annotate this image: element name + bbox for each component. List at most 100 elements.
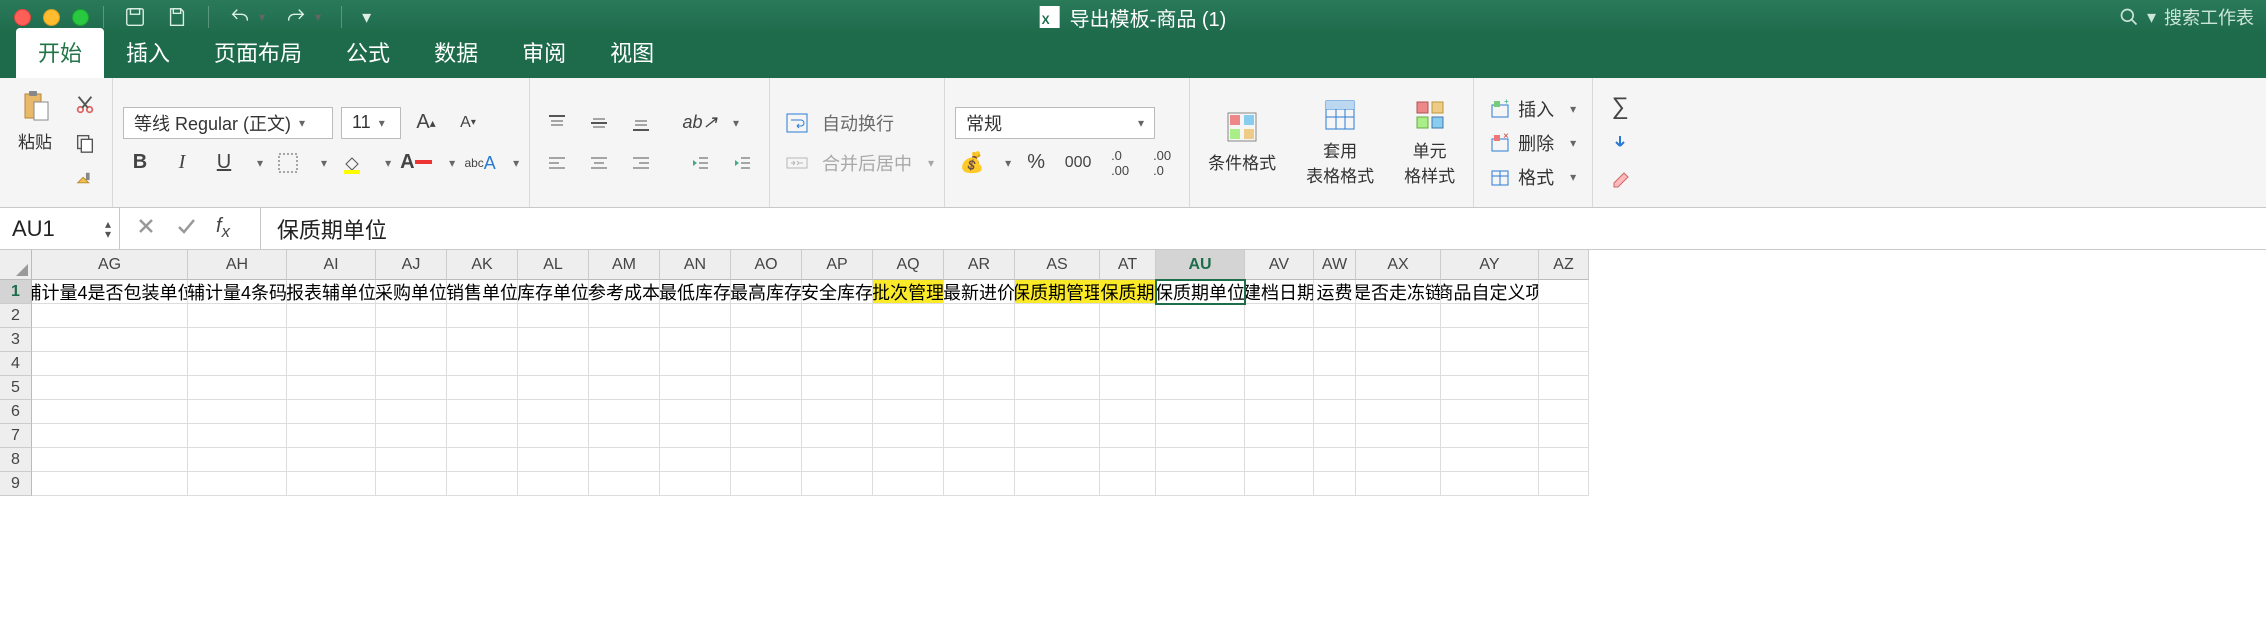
- paste-button[interactable]: 粘贴: [10, 90, 60, 153]
- cell-AI7[interactable]: [287, 424, 376, 448]
- cell-AW4[interactable]: [1314, 352, 1356, 376]
- cell-AN1[interactable]: 最低库存: [660, 280, 731, 304]
- cell-AH6[interactable]: [188, 400, 287, 424]
- cell-AV6[interactable]: [1245, 400, 1314, 424]
- cell-AN8[interactable]: [660, 448, 731, 472]
- cell-AW3[interactable]: [1314, 328, 1356, 352]
- cell-AL1[interactable]: 库存单位: [518, 280, 589, 304]
- cell-AR4[interactable]: [944, 352, 1015, 376]
- cell-AU5[interactable]: [1156, 376, 1245, 400]
- cell-AT2[interactable]: [1100, 304, 1156, 328]
- row-header-7[interactable]: 7: [0, 424, 32, 448]
- cell-AV2[interactable]: [1245, 304, 1314, 328]
- autosave-icon[interactable]: [124, 6, 146, 28]
- cell-AS4[interactable]: [1015, 352, 1100, 376]
- cell-AV4[interactable]: [1245, 352, 1314, 376]
- column-header-AK[interactable]: AK: [447, 250, 518, 280]
- cell-AT7[interactable]: [1100, 424, 1156, 448]
- decrease-decimal-button[interactable]: .00.0: [1145, 148, 1179, 178]
- cell-AU6[interactable]: [1156, 400, 1245, 424]
- cell-AN4[interactable]: [660, 352, 731, 376]
- cell-AZ1[interactable]: [1539, 280, 1589, 304]
- cell-AP9[interactable]: [802, 472, 873, 496]
- row-header-2[interactable]: 2: [0, 304, 32, 328]
- tab-view[interactable]: 视图: [588, 28, 676, 78]
- undo-icon[interactable]: ▾: [229, 6, 265, 28]
- conditional-format-button[interactable]: 条件格式: [1200, 111, 1284, 174]
- cell-AM2[interactable]: [589, 304, 660, 328]
- cell-AP6[interactable]: [802, 400, 873, 424]
- cell-AG5[interactable]: [32, 376, 188, 400]
- cell-AZ7[interactable]: [1539, 424, 1589, 448]
- cell-AG6[interactable]: [32, 400, 188, 424]
- cell-AJ2[interactable]: [376, 304, 447, 328]
- cell-AX6[interactable]: [1356, 400, 1441, 424]
- cell-AT5[interactable]: [1100, 376, 1156, 400]
- cell-AN6[interactable]: [660, 400, 731, 424]
- cell-AN2[interactable]: [660, 304, 731, 328]
- name-box-stepper[interactable]: ▴▾: [105, 219, 111, 239]
- cell-AI6[interactable]: [287, 400, 376, 424]
- save-icon[interactable]: [166, 6, 188, 28]
- cell-AH8[interactable]: [188, 448, 287, 472]
- cell-AJ1[interactable]: 采购单位: [376, 280, 447, 304]
- borders-button[interactable]: [271, 148, 305, 178]
- font-size-select[interactable]: 11▾: [341, 107, 401, 139]
- cancel-formula-button[interactable]: [136, 216, 156, 241]
- cell-AS8[interactable]: [1015, 448, 1100, 472]
- cell-AY8[interactable]: [1441, 448, 1539, 472]
- format-as-table-button[interactable]: 套用 表格格式: [1298, 99, 1382, 187]
- cell-AK5[interactable]: [447, 376, 518, 400]
- cell-AQ8[interactable]: [873, 448, 944, 472]
- cell-AZ9[interactable]: [1539, 472, 1589, 496]
- align-center-button[interactable]: [582, 148, 616, 178]
- cell-AK3[interactable]: [447, 328, 518, 352]
- cell-AO4[interactable]: [731, 352, 802, 376]
- column-header-AU[interactable]: AU: [1156, 250, 1245, 280]
- cell-AJ8[interactable]: [376, 448, 447, 472]
- cell-AR5[interactable]: [944, 376, 1015, 400]
- cell-AS3[interactable]: [1015, 328, 1100, 352]
- maximize-window-button[interactable]: [72, 9, 89, 26]
- formula-input[interactable]: 保质期单位: [260, 208, 2266, 249]
- row-header-9[interactable]: 9: [0, 472, 32, 496]
- row-header-8[interactable]: 8: [0, 448, 32, 472]
- cell-AN7[interactable]: [660, 424, 731, 448]
- column-header-AN[interactable]: AN: [660, 250, 731, 280]
- cell-AS5[interactable]: [1015, 376, 1100, 400]
- number-format-select[interactable]: 常规▾: [955, 107, 1155, 139]
- cell-AP7[interactable]: [802, 424, 873, 448]
- cell-AH9[interactable]: [188, 472, 287, 496]
- cell-AS7[interactable]: [1015, 424, 1100, 448]
- increase-indent-button[interactable]: [725, 148, 759, 178]
- cell-AY3[interactable]: [1441, 328, 1539, 352]
- cell-AK6[interactable]: [447, 400, 518, 424]
- row-header-1[interactable]: 1: [0, 280, 32, 304]
- cell-AY7[interactable]: [1441, 424, 1539, 448]
- cell-AQ7[interactable]: [873, 424, 944, 448]
- fill-color-button[interactable]: [335, 148, 369, 178]
- increase-font-size-button[interactable]: A▴: [409, 108, 443, 138]
- cell-AU1[interactable]: 保质期单位: [1156, 280, 1245, 304]
- column-header-AT[interactable]: AT: [1100, 250, 1156, 280]
- cell-AU9[interactable]: [1156, 472, 1245, 496]
- cell-AX7[interactable]: [1356, 424, 1441, 448]
- fill-button[interactable]: [1603, 128, 1637, 158]
- cell-AO7[interactable]: [731, 424, 802, 448]
- column-header-AZ[interactable]: AZ: [1539, 250, 1589, 280]
- cell-AP5[interactable]: [802, 376, 873, 400]
- tab-page-layout[interactable]: 页面布局: [192, 28, 324, 78]
- customize-qat-icon[interactable]: ▾: [362, 7, 371, 28]
- column-header-AQ[interactable]: AQ: [873, 250, 944, 280]
- tab-formulas[interactable]: 公式: [324, 28, 412, 78]
- cell-AN9[interactable]: [660, 472, 731, 496]
- decrease-font-size-button[interactable]: A▾: [451, 108, 485, 138]
- cell-AP3[interactable]: [802, 328, 873, 352]
- cell-AI5[interactable]: [287, 376, 376, 400]
- cell-AQ6[interactable]: [873, 400, 944, 424]
- cell-AJ4[interactable]: [376, 352, 447, 376]
- cell-AJ6[interactable]: [376, 400, 447, 424]
- cell-AP1[interactable]: 安全库存: [802, 280, 873, 304]
- cell-AH2[interactable]: [188, 304, 287, 328]
- column-header-AI[interactable]: AI: [287, 250, 376, 280]
